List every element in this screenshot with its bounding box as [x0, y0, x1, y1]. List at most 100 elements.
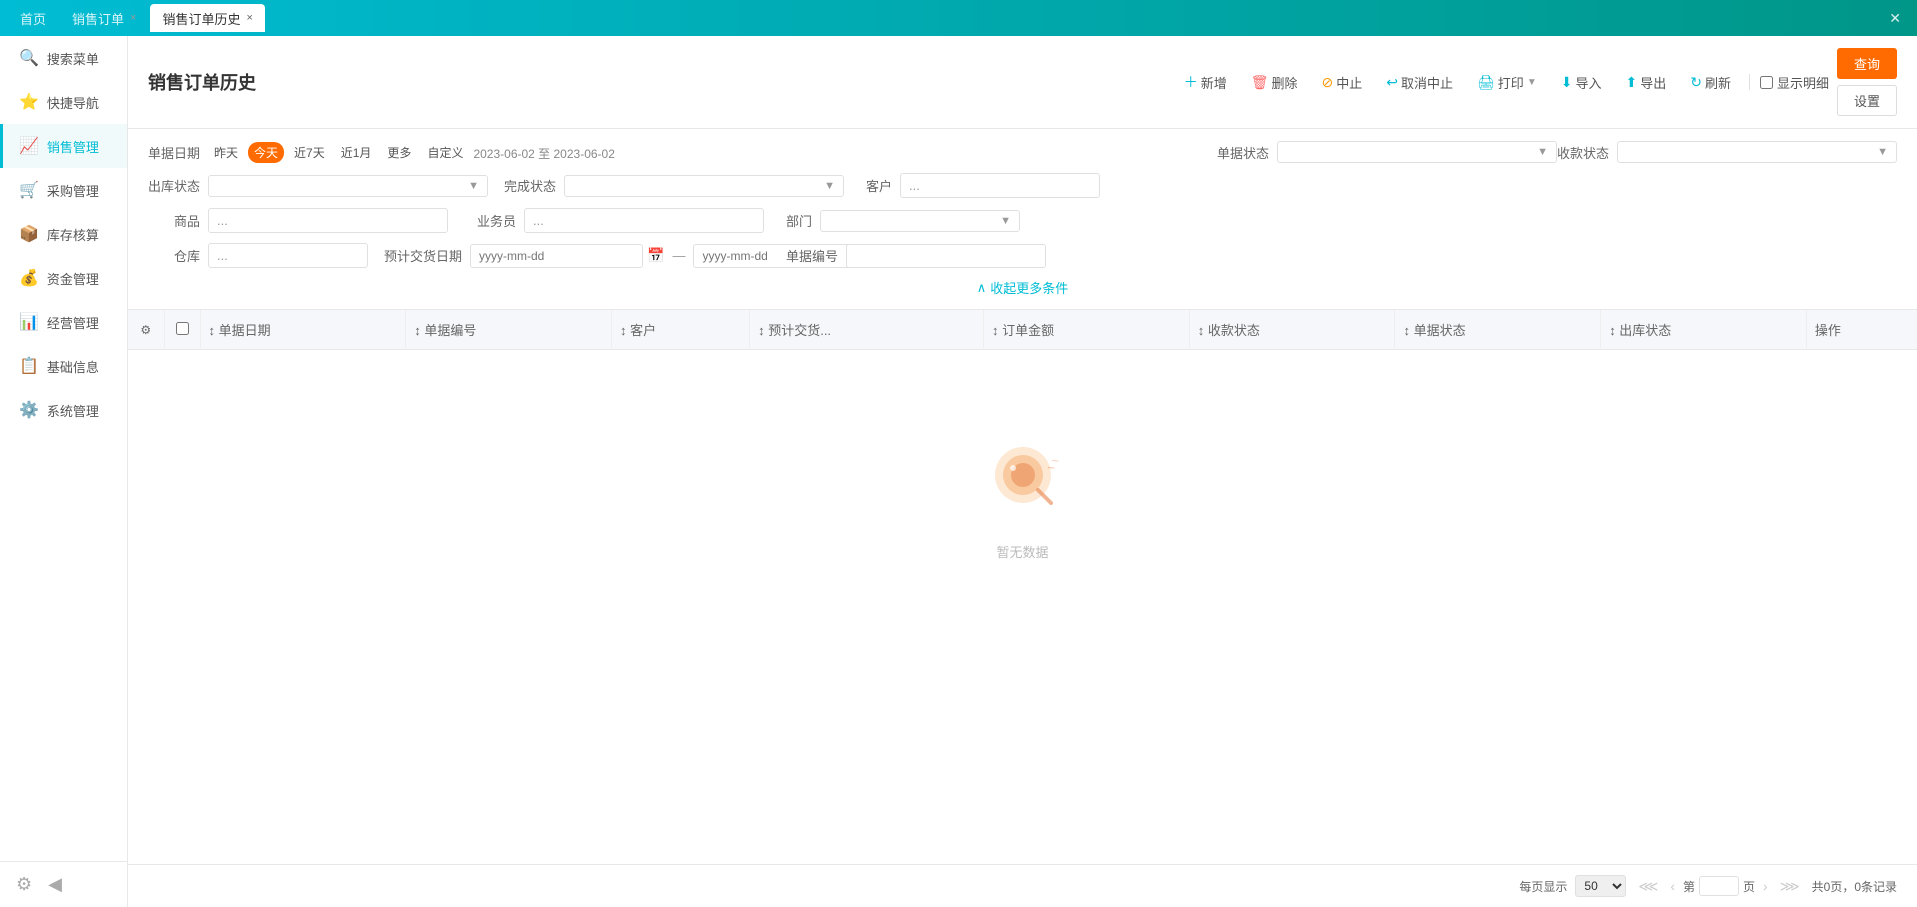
inventory-icon: 📦	[19, 224, 39, 244]
date-btn-today[interactable]: 今天	[248, 142, 284, 163]
col-settings[interactable]: ⚙	[128, 310, 164, 350]
page-title: 销售订单历史	[148, 69, 256, 95]
select-all-checkbox[interactable]	[176, 322, 189, 335]
total-info: 共0页，0条记录	[1812, 878, 1897, 895]
col-delivery-status-label: ↕ 出库状态	[1609, 323, 1671, 338]
date-btn-1month[interactable]: 近1月	[335, 142, 378, 163]
calendar-start-icon[interactable]: 📅	[647, 247, 664, 264]
filter-area: 单据日期 昨天 今天 近7天 近1月 更多 自定义 2023-06-02 至 2…	[128, 129, 1917, 310]
date-btn-yesterday[interactable]: 昨天	[208, 142, 244, 163]
cancel-stop-button[interactable]: ↩ 取消中止	[1378, 69, 1461, 96]
close-tab-sales-order-icon[interactable]: ×	[130, 12, 136, 24]
customer-value: ...	[909, 178, 920, 193]
date-btn-7days[interactable]: 近7天	[288, 142, 331, 163]
sidebar-item-operations[interactable]: 📊 经营管理	[0, 300, 127, 344]
refresh-button[interactable]: ↻ 刷新	[1682, 69, 1739, 96]
delivery-status-select[interactable]: ▼	[208, 175, 488, 197]
sidebar-item-search[interactable]: 🔍 搜索菜单	[0, 36, 127, 80]
next-page-button[interactable]: ›	[1759, 876, 1772, 896]
salesperson-label: 业务员	[464, 211, 524, 230]
export-button[interactable]: ⬆ 导出	[1617, 69, 1674, 96]
delivery-status-label: 出库状态	[148, 176, 208, 195]
query-button[interactable]: 查询	[1837, 48, 1897, 79]
col-check[interactable]	[164, 310, 200, 350]
stop-button[interactable]: ⊘ 中止	[1314, 69, 1371, 96]
date-btn-more[interactable]: 更多	[381, 142, 417, 163]
warehouse-select[interactable]: ...	[208, 243, 368, 268]
collapse-sidebar-icon[interactable]: ◀	[48, 874, 62, 895]
current-page-input[interactable]: 1	[1699, 876, 1739, 896]
payment-status-select[interactable]: ▼	[1617, 141, 1897, 163]
sidebar-item-inventory[interactable]: 📦 库存核算	[0, 212, 127, 256]
empty-text: 暂无数据	[996, 542, 1048, 561]
last-page-button[interactable]: ⋙	[1776, 876, 1804, 897]
sales-icon: 📈	[19, 136, 39, 156]
pagination-nav: ⋘ ‹ 第 1 页 › ⋙	[1634, 876, 1803, 897]
stop-label: 中止	[1336, 73, 1362, 92]
basics-icon: 📋	[19, 356, 39, 376]
close-all-tabs-icon[interactable]: ✕	[1881, 10, 1909, 27]
warehouse-value: ...	[217, 248, 228, 263]
sidebar-item-sales[interactable]: 📈 销售管理	[0, 124, 127, 168]
quicknav-icon: ⭐	[19, 92, 39, 112]
print-button[interactable]: 🖨 打印 ▼	[1469, 69, 1545, 96]
col-amount: ↕ 订单金额	[983, 310, 1189, 350]
payment-status-arrow-icon: ▼	[1877, 146, 1888, 158]
table-container: ⚙ ↕ 单据日期 ↕ 单据编号 ↕ 客户 ↕ 预计交货...	[128, 310, 1917, 864]
add-button[interactable]: ＋ 新增	[1176, 68, 1235, 96]
delivery-date-start-input[interactable]	[470, 244, 643, 268]
tab-sales-order[interactable]: 销售订单 ×	[60, 4, 148, 32]
sidebar-item-quicknav[interactable]: ⭐ 快捷导航	[0, 80, 127, 124]
refresh-icon: ↻	[1690, 74, 1702, 91]
order-status-arrow-icon: ▼	[1537, 146, 1548, 158]
product-label: 商品	[148, 211, 208, 230]
salesperson-select[interactable]: ...	[524, 208, 764, 233]
col-payment-status: ↕ 收款状态	[1189, 310, 1395, 350]
tab-sales-order-history[interactable]: 销售订单历史 ×	[150, 4, 264, 32]
per-page-label: 每页显示	[1519, 878, 1567, 895]
empty-icon: ~ ~	[973, 430, 1073, 530]
collapse-filter-button[interactable]: ∧ 收起更多条件	[148, 278, 1897, 297]
tab-home[interactable]: 首页	[8, 4, 58, 32]
print-icon: 🖨	[1477, 74, 1495, 91]
sidebar-label-system: 系统管理	[47, 401, 99, 420]
customer-select[interactable]: ...	[900, 173, 1100, 198]
settings-button[interactable]: 设置	[1837, 85, 1897, 116]
sidebar-item-basics[interactable]: 📋 基础信息	[0, 344, 127, 388]
completion-status-select[interactable]: ▼	[564, 175, 844, 197]
collapse-label: 收起更多条件	[990, 278, 1068, 297]
close-tab-sales-order-history-icon[interactable]: ×	[246, 12, 252, 24]
settings-bottom-icon[interactable]: ⚙	[16, 874, 32, 895]
product-value: ...	[217, 213, 228, 228]
sidebar-label-basics: 基础信息	[47, 357, 99, 376]
delete-icon: 🗑	[1251, 74, 1269, 91]
first-page-button[interactable]: ⋘	[1634, 876, 1662, 897]
delivery-status-arrow-icon: ▼	[468, 180, 479, 192]
import-button[interactable]: ⬇ 导入	[1553, 69, 1610, 96]
order-no-input[interactable]	[846, 244, 1046, 268]
product-select[interactable]: ...	[208, 208, 448, 233]
order-no-label: 单据编号	[786, 246, 846, 265]
per-page-select[interactable]: 50 10 20 100	[1575, 875, 1626, 897]
dept-select[interactable]: ▼	[820, 210, 1020, 232]
search-menu-icon: 🔍	[19, 48, 39, 68]
sidebar-item-purchase[interactable]: 🛒 采购管理	[0, 168, 127, 212]
sidebar-item-finance[interactable]: 💰 资金管理	[0, 256, 127, 300]
filter-row-status: 出库状态 ▼ 完成状态 ▼ 客户 ...	[148, 173, 1897, 198]
svg-text:~: ~	[1051, 453, 1059, 468]
order-status-select[interactable]: ▼	[1277, 141, 1557, 163]
dept-arrow-icon: ▼	[1000, 215, 1011, 227]
completion-status-label: 完成状态	[504, 176, 564, 195]
sidebar-label-inventory: 库存核算	[47, 225, 99, 244]
date-btn-custom[interactable]: 自定义	[421, 142, 469, 163]
prev-page-button[interactable]: ‹	[1666, 876, 1679, 896]
delete-button[interactable]: 🗑 删除	[1243, 69, 1306, 96]
col-actions-label: 操作	[1815, 323, 1841, 338]
display-cols-toggle[interactable]: 显示明细	[1760, 73, 1829, 92]
data-table: ⚙ ↕ 单据日期 ↕ 单据编号 ↕ 客户 ↕ 预计交货...	[128, 310, 1917, 641]
customer-label: 客户	[860, 176, 900, 195]
date-range-buttons: 昨天 今天 近7天 近1月 更多 自定义	[208, 142, 469, 163]
display-cols-checkbox[interactable]	[1760, 76, 1773, 89]
cancel-stop-label: 取消中止	[1401, 73, 1453, 92]
sidebar-item-system[interactable]: ⚙️ 系统管理	[0, 388, 127, 432]
